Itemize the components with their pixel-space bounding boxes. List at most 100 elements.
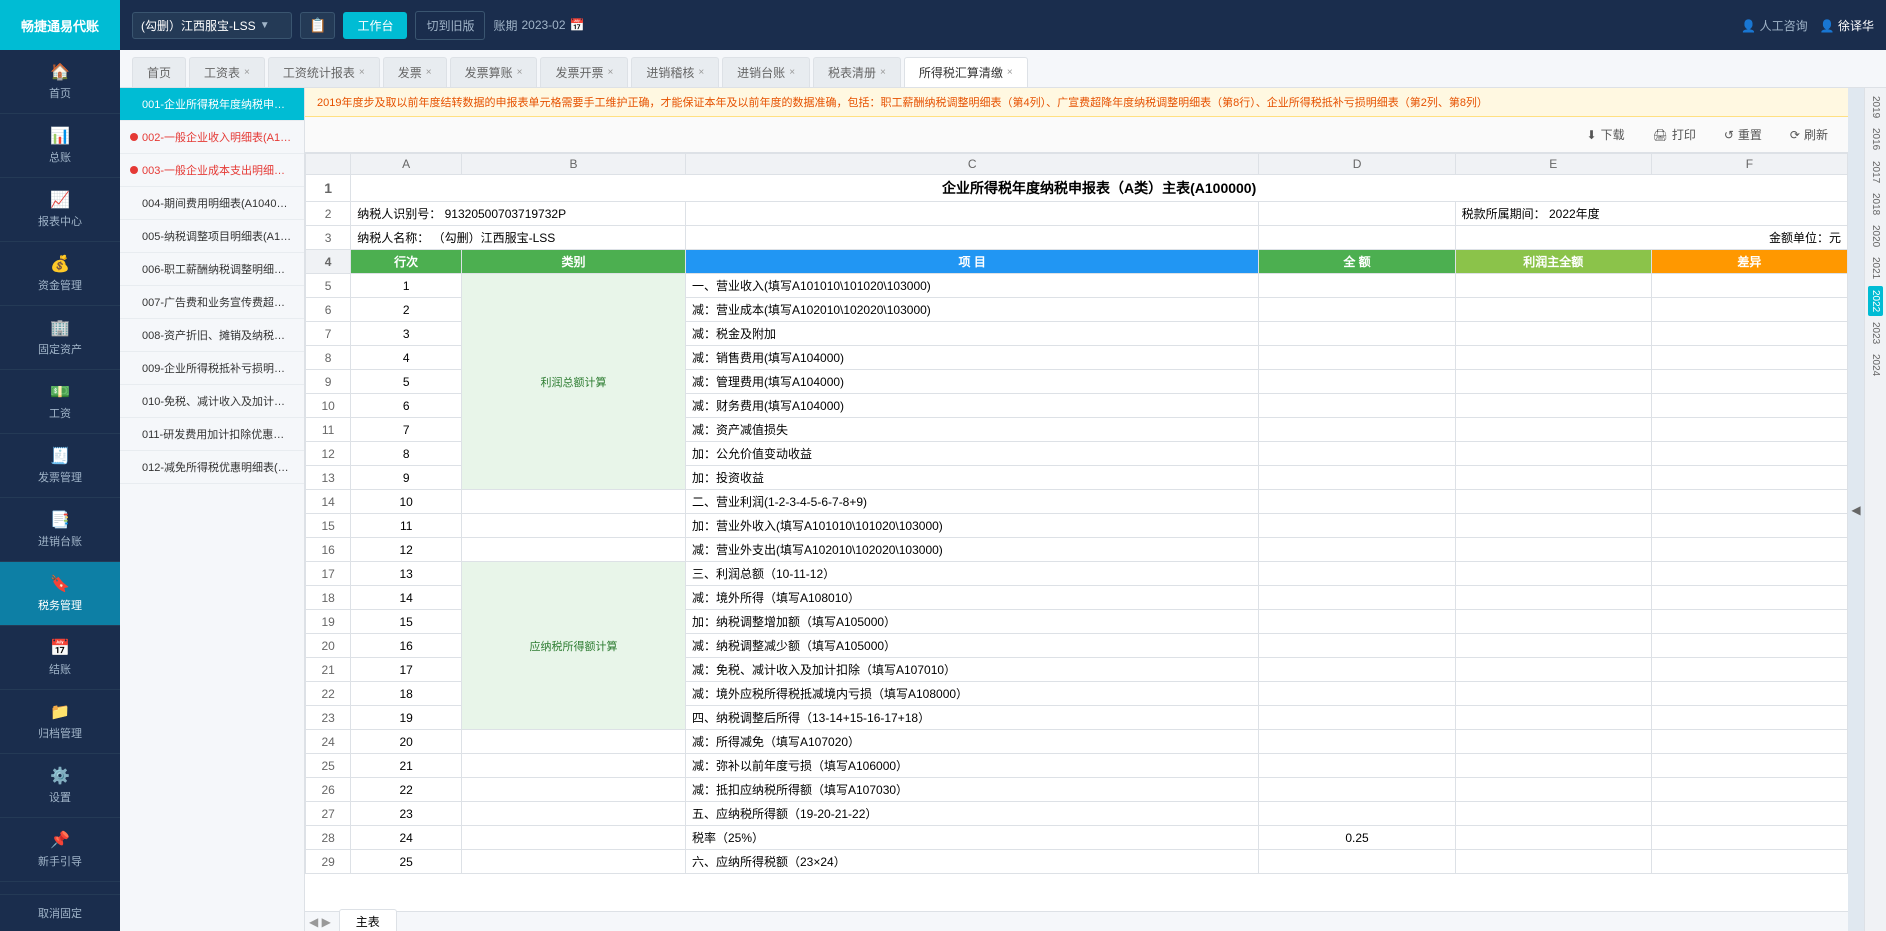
cell-d[interactable]	[1259, 370, 1455, 394]
cell-d[interactable]	[1259, 346, 1455, 370]
cell-d[interactable]	[1259, 322, 1455, 346]
table-row[interactable]: 17 13 应纳税所得额计算 三、利润总额（10-11-12）	[306, 562, 1848, 586]
cell-e[interactable]	[1455, 778, 1651, 802]
sheet-tab-main[interactable]: 主表	[339, 909, 397, 931]
form-item-001[interactable]: 001-企业所得税年度纳税申…	[120, 88, 304, 121]
cell-a[interactable]: 12	[351, 538, 462, 562]
reset-button[interactable]: ↺ 重置	[1716, 123, 1770, 146]
cell-a[interactable]: 19	[351, 706, 462, 730]
scroll-nav-arrows[interactable]: ◀ ▶	[309, 915, 331, 929]
sidebar-item-payroll[interactable]: 💵 工资	[0, 370, 120, 434]
cell-d[interactable]	[1259, 682, 1455, 706]
download-button[interactable]: ⬇ 下载	[1579, 123, 1633, 146]
cell-e[interactable]	[1455, 370, 1651, 394]
tab-payroll-stats[interactable]: 工资统计报表 ×	[268, 57, 380, 87]
cell-a[interactable]: 10	[351, 490, 462, 514]
cell-a[interactable]: 18	[351, 682, 462, 706]
cell-a[interactable]: 9	[351, 466, 462, 490]
year-2018[interactable]: 2018	[1868, 189, 1883, 219]
cell-a[interactable]: 24	[351, 826, 462, 850]
cell-e[interactable]	[1455, 418, 1651, 442]
tab-sales-ledger[interactable]: 进销台账 ×	[722, 57, 810, 87]
year-2016[interactable]: 2016	[1868, 124, 1883, 154]
cell-c[interactable]: 减：境外所得（填写A108010）	[686, 586, 1259, 610]
tab-invoice[interactable]: 发票 ×	[383, 57, 447, 87]
cell-a[interactable]: 22	[351, 778, 462, 802]
table-row[interactable]: 26 22 减：抵扣应纳税所得额（填写A107030）	[306, 778, 1848, 802]
cell-f[interactable]	[1651, 322, 1847, 346]
cell-c[interactable]: 二、营业利润(1-2-3-4-5-6-7-8+9)	[686, 490, 1259, 514]
workspace-button[interactable]: 工作台	[343, 12, 407, 39]
cell-c[interactable]: 税率（25%）	[686, 826, 1259, 850]
cell-e[interactable]	[1455, 562, 1651, 586]
form-item-005[interactable]: 005-纳税调整项目明细表(A1…	[120, 220, 304, 253]
cell-d[interactable]	[1259, 658, 1455, 682]
tab-invoice-close[interactable]: ×	[426, 67, 432, 78]
cell-f[interactable]	[1651, 442, 1847, 466]
sidebar-item-guide[interactable]: 📌 新手引导	[0, 818, 120, 882]
cell-f[interactable]	[1651, 778, 1847, 802]
cell-e[interactable]	[1455, 466, 1651, 490]
form-item-009[interactable]: 009-企业所得税抵补亏损明…	[120, 352, 304, 385]
print-icon-button[interactable]: 📋	[300, 12, 335, 39]
cell-e[interactable]	[1455, 802, 1651, 826]
tab-payroll-stats-close[interactable]: ×	[359, 67, 365, 78]
form-item-004[interactable]: 004-期间费用明细表(A1040…	[120, 187, 304, 220]
cell-c[interactable]: 减：所得减免（填写A107020）	[686, 730, 1259, 754]
form-item-008[interactable]: 008-资产折旧、摊销及纳税…	[120, 319, 304, 352]
cell-e[interactable]	[1455, 658, 1651, 682]
form-item-012[interactable]: 012-减免所得税优惠明细表(…	[120, 451, 304, 484]
cell-e[interactable]	[1455, 754, 1651, 778]
cell-a[interactable]: 25	[351, 850, 462, 874]
cell-d[interactable]	[1259, 778, 1455, 802]
cell-f[interactable]	[1651, 706, 1847, 730]
cell-c[interactable]: 加：营业外收入(填写A101010\101020\103000)	[686, 514, 1259, 538]
cell-f[interactable]	[1651, 418, 1847, 442]
cell-a[interactable]: 23	[351, 802, 462, 826]
sidebar-item-sales[interactable]: 📑 进销台账	[0, 498, 120, 562]
cell-a[interactable]: 21	[351, 754, 462, 778]
cell-f[interactable]	[1651, 634, 1847, 658]
cell-c[interactable]: 减：销售费用(填写A104000)	[686, 346, 1259, 370]
cell-d[interactable]	[1259, 466, 1455, 490]
cell-e[interactable]	[1455, 682, 1651, 706]
cell-c[interactable]: 加：投资收益	[686, 466, 1259, 490]
cell-f[interactable]	[1651, 826, 1847, 850]
table-row[interactable]: 24 20 减：所得减免（填写A107020）	[306, 730, 1848, 754]
cell-d[interactable]	[1259, 538, 1455, 562]
tab-sales-ledger-close[interactable]: ×	[789, 67, 795, 78]
cell-d[interactable]	[1259, 418, 1455, 442]
cell-a[interactable]: 16	[351, 634, 462, 658]
cell-e[interactable]	[1455, 610, 1651, 634]
cell-f[interactable]	[1651, 850, 1847, 874]
cell-c[interactable]: 减：免税、减计收入及加计扣除（填写A107010）	[686, 658, 1259, 682]
cell-f[interactable]	[1651, 610, 1847, 634]
sidebar-item-settings[interactable]: ⚙️ 设置	[0, 754, 120, 818]
cell-d-rate[interactable]	[1259, 730, 1455, 754]
table-row[interactable]: 16 12 减：营业外支出(填写A102010\102020\103000)	[306, 538, 1848, 562]
year-2020[interactable]: 2020	[1868, 221, 1883, 251]
year-2019[interactable]: 2019	[1868, 92, 1883, 122]
form-item-003[interactable]: 003-一般企业成本支出明细…	[120, 154, 304, 187]
cell-e[interactable]	[1455, 586, 1651, 610]
sidebar-item-reports[interactable]: 📈 报表中心	[0, 178, 120, 242]
cell-d[interactable]	[1259, 274, 1455, 298]
tab-income-tax-close[interactable]: ×	[1007, 67, 1013, 78]
cell-a[interactable]: 14	[351, 586, 462, 610]
cell-c[interactable]: 减：财务费用(填写A104000)	[686, 394, 1259, 418]
cell-d[interactable]	[1259, 490, 1455, 514]
sidebar-item-home[interactable]: 🏠 首页	[0, 50, 120, 114]
cell-d[interactable]: 0.25	[1259, 826, 1455, 850]
cell-a[interactable]: 17	[351, 658, 462, 682]
cell-c[interactable]: 减：弥补以前年度亏损（填写A106000）	[686, 754, 1259, 778]
sidebar-item-member[interactable]: 👑 畅会员	[0, 882, 120, 894]
year-2023[interactable]: 2023	[1868, 318, 1883, 348]
cell-c[interactable]: 三、利润总额（10-11-12）	[686, 562, 1259, 586]
cell-c[interactable]: 减：抵扣应纳税所得额（填写A107030）	[686, 778, 1259, 802]
cell-d[interactable]	[1259, 586, 1455, 610]
cell-d[interactable]	[1259, 442, 1455, 466]
cell-f[interactable]	[1651, 730, 1847, 754]
cell-c[interactable]: 加：纳税调整增加额（填写A105000）	[686, 610, 1259, 634]
cell-d[interactable]	[1259, 610, 1455, 634]
cell-f[interactable]	[1651, 658, 1847, 682]
